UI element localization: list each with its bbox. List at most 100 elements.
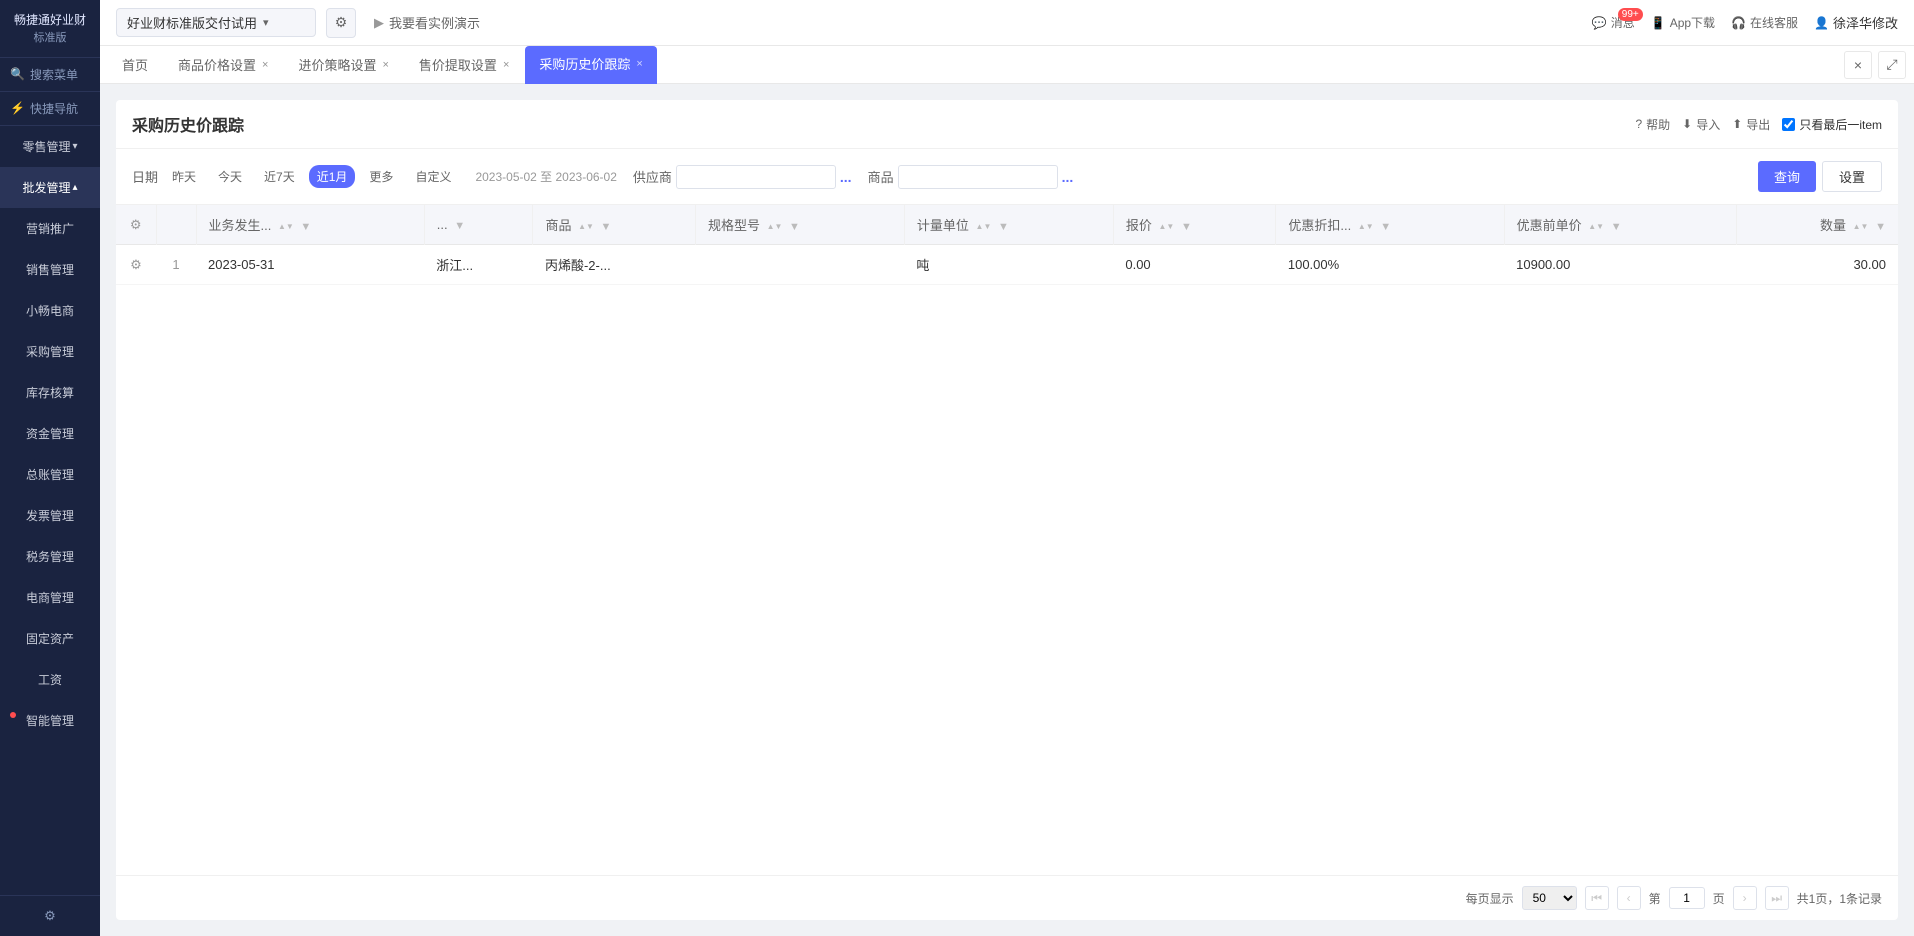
online-service-button[interactable]: 🎧 在线客服: [1731, 14, 1798, 31]
sidebar-item-wholesale[interactable]: 批发管理 ▴: [0, 167, 100, 208]
sort-icon: ▲▼: [1158, 223, 1174, 231]
date-last7-btn[interactable]: 近7天: [256, 165, 303, 188]
row-gear[interactable]: ⚙: [116, 245, 156, 285]
app-download-button[interactable]: 📱 App下载: [1651, 14, 1715, 31]
product-filter-group: 商品 ...: [868, 165, 1074, 189]
col-header-quantity[interactable]: 数量 ▲▼ ▼: [1736, 205, 1898, 245]
sidebar-item-salary[interactable]: 工资: [0, 659, 100, 700]
sidebar-item-invoice[interactable]: 发票管理: [0, 495, 100, 536]
user-profile-button[interactable]: 👤 徐泽华修改: [1814, 13, 1898, 32]
col-header-discount[interactable]: 优惠折扣... ▲▼ ▼: [1276, 205, 1504, 245]
sidebar-item-purchase[interactable]: 采购管理: [0, 331, 100, 372]
sidebar-search[interactable]: 🔍 搜索菜单: [0, 58, 100, 92]
date-yesterday-btn[interactable]: 昨天: [164, 165, 204, 188]
page-card: 采购历史价跟踪 ? 帮助 ⬇ 导入 ⬆ 导出: [116, 100, 1898, 920]
filter-icon[interactable]: ▼: [1611, 221, 1622, 233]
sidebar-quicknav[interactable]: ⚡ 快捷导航: [0, 92, 100, 126]
search-icon: 🔍: [10, 67, 25, 81]
filter-icon[interactable]: ▼: [454, 220, 465, 232]
version-label: 好业财标准版交付试用: [127, 13, 257, 32]
filter-icon[interactable]: ▼: [601, 221, 612, 233]
help-button[interactable]: ? 帮助: [1635, 116, 1670, 133]
page-input[interactable]: [1669, 887, 1705, 909]
sidebar-item-tax[interactable]: 税务管理: [0, 536, 100, 577]
sidebar-item-marketing[interactable]: 营销推广: [0, 208, 100, 249]
sidebar-item-ecommerce[interactable]: 电商管理: [0, 577, 100, 618]
query-button[interactable]: 查询: [1758, 161, 1816, 192]
filter-icon[interactable]: ▼: [1875, 221, 1886, 233]
sidebar-item-inventory[interactable]: 库存核算: [0, 372, 100, 413]
sidebar-item-ledger[interactable]: 总账管理: [0, 454, 100, 495]
col-header-spec[interactable]: 规格型号 ▲▼ ▼: [695, 205, 904, 245]
last-page-button[interactable]: ⏭: [1765, 886, 1789, 910]
row-pre-discount-price: 10900.00: [1504, 245, 1736, 285]
sidebar-item-smart[interactable]: 智能管理: [0, 700, 100, 741]
close-icon[interactable]: ×: [262, 59, 268, 71]
col-header-biz-date[interactable]: 业务发生... ▲▼ ▼: [196, 205, 424, 245]
col-header-more[interactable]: ... ▼: [424, 205, 533, 245]
sidebar-item-ecommerce-small[interactable]: 小畅电商: [0, 290, 100, 331]
sidebar-settings-button[interactable]: ⚙: [0, 895, 100, 936]
supplier-ellipsis-btn[interactable]: ...: [840, 169, 852, 185]
sidebar-item-sales[interactable]: 销售管理: [0, 249, 100, 290]
date-more-btn[interactable]: 更多: [361, 165, 401, 188]
message-button[interactable]: 💬 消息 99+: [1592, 14, 1635, 31]
filter-icon[interactable]: ▼: [1181, 221, 1192, 233]
sidebar-item-finance[interactable]: 资金管理: [0, 413, 100, 454]
tab-label: 采购历史价跟踪: [539, 54, 630, 73]
supplier-input[interactable]: [676, 165, 836, 189]
tab-home[interactable]: 首页: [108, 46, 162, 84]
row-biz-date: 2023-05-31: [196, 245, 424, 285]
page-suffix-label: 页: [1713, 890, 1725, 907]
export-button[interactable]: ⬆ 导出: [1732, 116, 1770, 133]
prev-page-button[interactable]: ‹: [1617, 886, 1641, 910]
setting-button[interactable]: 设置: [1822, 161, 1882, 192]
demo-button[interactable]: ▶ 我要看实例演示: [366, 9, 488, 36]
product-label: 商品: [868, 167, 894, 186]
content-area: 采购历史价跟踪 ? 帮助 ⬇ 导入 ⬆ 导出: [100, 84, 1914, 936]
last-only-label[interactable]: 只看最后一item: [1799, 116, 1882, 133]
tab-history-price[interactable]: 采购历史价跟踪 ×: [525, 46, 656, 84]
col-header-unit[interactable]: 计量单位 ▲▼ ▼: [904, 205, 1113, 245]
sidebar-item-fixed-assets[interactable]: 固定资产: [0, 618, 100, 659]
next-page-button[interactable]: ›: [1733, 886, 1757, 910]
per-page-select[interactable]: 20 50 100 200: [1522, 886, 1577, 910]
product-input[interactable]: [898, 165, 1058, 189]
date-custom-btn[interactable]: 自定义: [407, 165, 459, 188]
date-last1m-btn[interactable]: 近1月: [309, 165, 356, 188]
close-icon[interactable]: ×: [503, 59, 509, 71]
sidebar-item-retail[interactable]: 零售管理 ▾: [0, 126, 100, 167]
product-ellipsis-btn[interactable]: ...: [1062, 169, 1074, 185]
col-header-gear[interactable]: ⚙: [116, 205, 156, 245]
tab-close-button[interactable]: ×: [1844, 51, 1872, 79]
question-icon: ?: [1635, 117, 1642, 131]
sidebar-item-label: 销售管理: [26, 261, 74, 278]
sidebar: 畅捷通好业财 标准版 🔍 搜索菜单 ⚡ 快捷导航 零售管理 ▾ 批发管理 ▴ 营…: [0, 0, 100, 936]
filter-icon[interactable]: ▼: [1380, 221, 1391, 233]
tab-sale-price[interactable]: 售价提取设置 ×: [405, 46, 523, 84]
table-row: ⚙ 1 2023-05-31 浙江... 丙烯酸-2-... 吨 0.00 10…: [116, 245, 1898, 285]
tab-purchase-strategy[interactable]: 进价策略设置 ×: [284, 46, 402, 84]
last-only-checkbox[interactable]: [1782, 118, 1795, 131]
first-page-button[interactable]: ⏮: [1585, 886, 1609, 910]
date-today-btn[interactable]: 今天: [210, 165, 250, 188]
filter-icon[interactable]: ▼: [300, 221, 311, 233]
sort-icon: ▲▼: [976, 223, 992, 231]
col-header-quote[interactable]: 报价 ▲▼ ▼: [1113, 205, 1276, 245]
sidebar-item-label: 工资: [38, 671, 62, 688]
import-button[interactable]: ⬇ 导入: [1682, 116, 1720, 133]
filter-icon[interactable]: ▼: [998, 221, 1009, 233]
version-selector[interactable]: 好业财标准版交付试用 ▾: [116, 8, 316, 37]
col-header-pre-discount-price[interactable]: 优惠前单价 ▲▼ ▼: [1504, 205, 1736, 245]
close-icon[interactable]: ×: [382, 59, 388, 71]
settings-gear-button[interactable]: ⚙: [326, 8, 356, 38]
supplier-filter-group: 供应商 ...: [633, 165, 852, 189]
import-icon: ⬇: [1682, 117, 1692, 131]
tab-fullscreen-button[interactable]: ⤢: [1878, 51, 1906, 79]
filter-icon[interactable]: ▼: [789, 221, 800, 233]
close-icon[interactable]: ×: [636, 58, 642, 70]
tab-price[interactable]: 商品价格设置 ×: [164, 46, 282, 84]
col-header-product[interactable]: 商品 ▲▼ ▼: [533, 205, 696, 245]
main-area: 好业财标准版交付试用 ▾ ⚙ ▶ 我要看实例演示 💬 消息 99+ 📱 App下…: [100, 0, 1914, 936]
tab-label: 商品价格设置: [178, 55, 256, 74]
